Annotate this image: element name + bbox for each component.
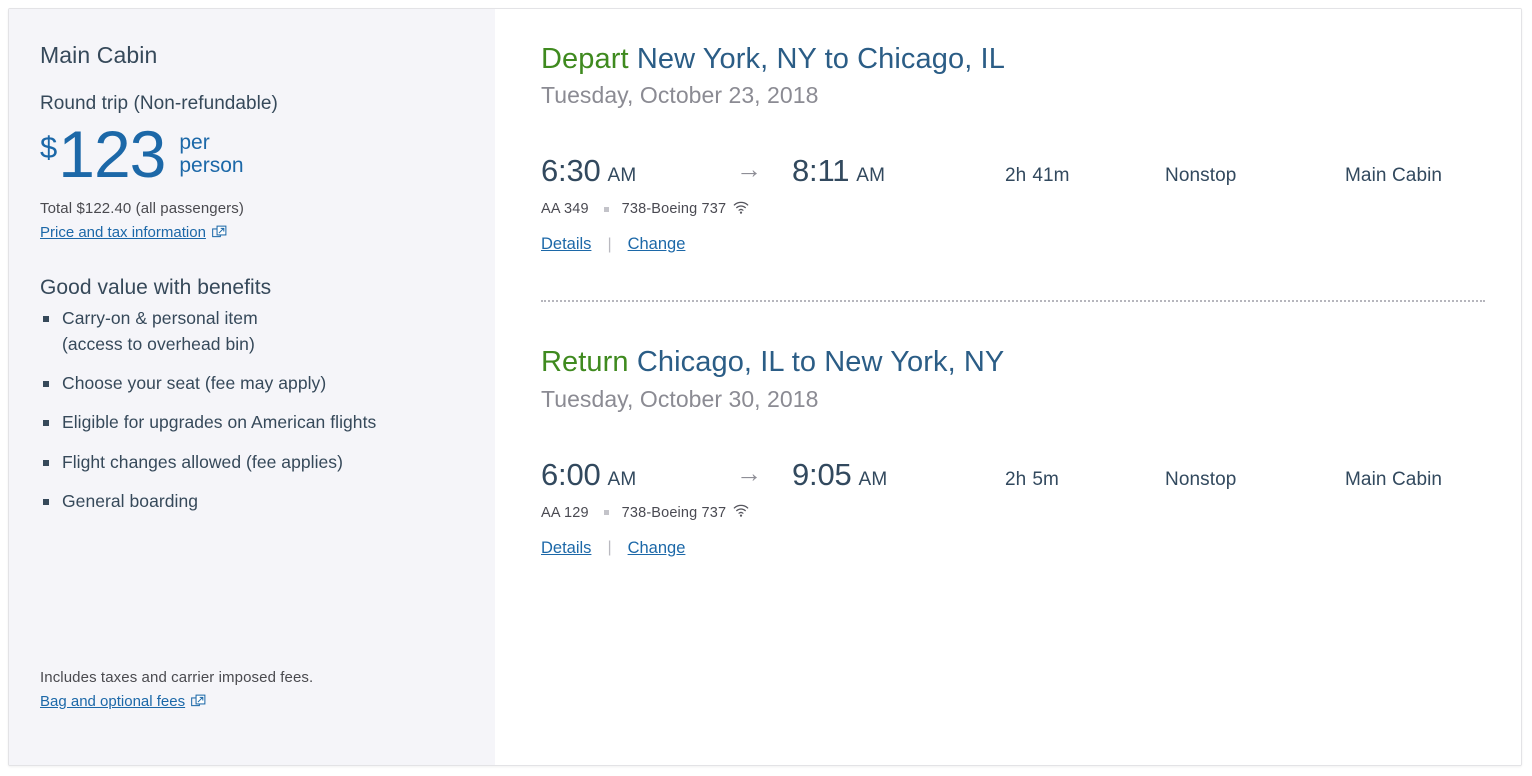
arrival-time-block: 8:11 AM — [792, 153, 957, 189]
price-block: $ 123 per person — [40, 117, 495, 192]
flight-duration: 2h 5m — [1005, 469, 1165, 491]
departure-meridiem: AM — [607, 165, 637, 187]
benefit-text-line1: General boarding — [62, 491, 199, 512]
leg-date: Tuesday, October 23, 2018 — [541, 82, 819, 109]
list-item: Flight changes allowed (fee applies) — [40, 450, 495, 475]
flight-times-row: 6:00 AM → 9:05 AM 2h 5m Nonstop Main Cabi… — [541, 457, 1521, 493]
external-link-icon — [212, 225, 227, 240]
leg-route: New York, NY to Chicago, IL — [636, 43, 1005, 75]
benefit-text-line1: Carry-on & personal item — [62, 308, 258, 329]
list-item: General boarding — [40, 489, 495, 514]
bullet-icon — [43, 380, 49, 387]
link-separator: | — [607, 539, 612, 557]
fare-details-sidebar: Main Cabin Round trip (Non-refundable) $… — [9, 9, 495, 765]
price-currency-symbol: $ — [40, 130, 58, 166]
flight-times-row: 6:30 AM → 8:11 AM 2h 41m Nonstop Main Cab… — [541, 153, 1521, 189]
separator-square-icon — [603, 206, 609, 212]
departure-time: 6:00 — [541, 456, 601, 492]
arrival-time: 9:05 — [792, 456, 852, 492]
arrival-time-block: 9:05 AM — [792, 457, 957, 493]
separator-square-icon — [603, 510, 609, 516]
section-divider — [541, 300, 1485, 303]
price-unit-line2: person — [179, 153, 244, 177]
bullet-icon — [43, 316, 49, 323]
details-link[interactable]: Details — [541, 235, 591, 254]
bag-and-optional-fees-label: Bag and optional fees — [40, 693, 186, 710]
price-unit: per person — [179, 131, 244, 177]
leg-title: Depart New York, NY to Chicago, IL — [541, 43, 1521, 76]
leg-action-links: Details | Change — [541, 235, 1521, 254]
itinerary-panel: Depart New York, NY to Chicago, IL Tuesd… — [495, 9, 1521, 765]
fare-summary-card: Main Cabin Round trip (Non-refundable) $… — [8, 8, 1522, 766]
link-separator: | — [607, 235, 612, 253]
bag-and-optional-fees-link[interactable]: Bag and optional fees — [40, 693, 206, 710]
cabin-label: Main Cabin — [1345, 165, 1443, 187]
details-link[interactable]: Details — [541, 539, 591, 558]
trip-type-label: Round trip (Non-refundable) — [40, 93, 278, 115]
departure-meridiem: AM — [607, 468, 637, 490]
aircraft-type: 738-Boeing 737 — [621, 504, 727, 521]
bullet-icon — [43, 499, 49, 506]
fare-name: Main Cabin — [40, 42, 158, 68]
change-link[interactable]: Change — [628, 235, 686, 254]
benefit-text-line1: Eligible for upgrades on American flight… — [62, 412, 377, 433]
bullet-icon — [43, 459, 49, 466]
cabin-label: Main Cabin — [1345, 468, 1443, 490]
list-item: Eligible for upgrades on American flight… — [40, 410, 495, 435]
flight-leg-depart: Depart New York, NY to Chicago, IL Tuesd… — [541, 43, 1521, 254]
benefit-text-line1: Choose your seat (fee may apply) — [62, 372, 327, 393]
benefit-text-line2: (access to overhead bin) — [62, 333, 255, 354]
duration-hours: 2h — [1005, 468, 1027, 490]
external-link-icon — [191, 694, 206, 709]
arrow-right-icon: → — [736, 154, 762, 185]
total-price-label: Total $122.40 (all passengers) — [40, 200, 244, 218]
departure-time: 6:30 — [541, 153, 601, 189]
benefit-text-line1: Flight changes allowed (fee applies) — [62, 451, 343, 472]
aircraft-info-row: AA 129 738-Boeing 737 — [541, 505, 1521, 521]
wifi-icon — [733, 504, 749, 517]
change-link[interactable]: Change — [628, 539, 686, 558]
stops-label: Nonstop — [1165, 165, 1237, 187]
bullet-icon — [43, 420, 49, 427]
list-item: Carry-on & personal item (access to over… — [40, 306, 495, 357]
flight-leg-return: Return Chicago, IL to New York, NY Tuesd… — [541, 346, 1521, 557]
arrow-right-icon: → — [736, 457, 762, 488]
flight-duration: 2h 41m — [1005, 165, 1165, 187]
duration-minutes: 5m — [1032, 468, 1059, 490]
price-and-tax-information-label: Price and tax information — [40, 224, 206, 242]
benefits-list: Carry-on & personal item (access to over… — [40, 306, 495, 514]
price-unit-line1: per — [179, 131, 210, 155]
leg-action-links: Details | Change — [541, 539, 1521, 558]
flight-number: AA 129 — [541, 504, 589, 521]
leg-direction-label: Depart — [541, 43, 629, 75]
departure-time-block: 6:00 AM — [541, 457, 706, 493]
list-item: Choose your seat (fee may apply) — [40, 371, 495, 396]
leg-direction-label: Return — [541, 346, 629, 379]
wifi-icon — [733, 201, 749, 214]
arrival-meridiem: AM — [856, 165, 886, 187]
arrival-time: 8:11 — [792, 153, 850, 189]
aircraft-type: 738-Boeing 737 — [621, 201, 727, 218]
leg-title: Return Chicago, IL to New York, NY — [541, 346, 1521, 379]
price-and-tax-information-link[interactable]: Price and tax information — [40, 224, 227, 241]
leg-date: Tuesday, October 30, 2018 — [541, 385, 819, 412]
taxes-disclaimer: Includes taxes and carrier imposed fees. — [40, 669, 314, 686]
duration-minutes: 41m — [1032, 165, 1070, 187]
aircraft-info-row: AA 349 738-Boeing 737 — [541, 201, 1521, 217]
flight-number: AA 349 — [541, 201, 589, 218]
arrival-meridiem: AM — [858, 468, 888, 490]
benefits-title: Good value with benefits — [40, 276, 272, 300]
leg-route: Chicago, IL to New York, NY — [636, 346, 1005, 379]
duration-hours: 2h — [1005, 165, 1027, 187]
sidebar-footer: Includes taxes and carrier imposed fees.… — [40, 669, 460, 711]
price-amount: 123 — [58, 117, 166, 192]
departure-time-block: 6:30 AM — [541, 153, 706, 189]
stops-label: Nonstop — [1165, 468, 1237, 490]
